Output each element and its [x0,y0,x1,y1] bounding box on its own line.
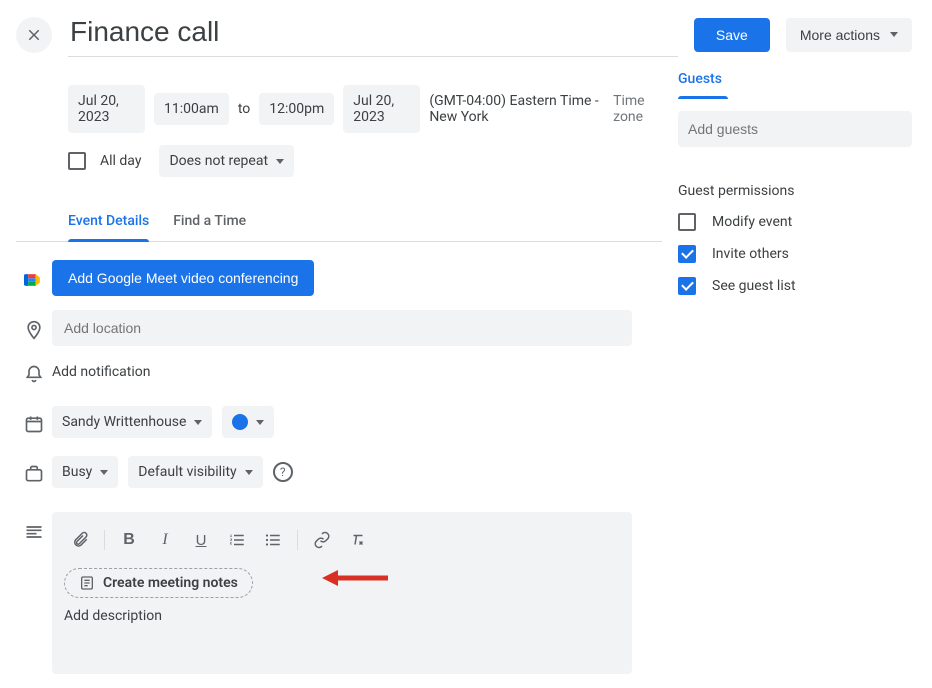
link-button[interactable] [306,524,338,556]
color-dot-icon [232,414,248,430]
close-icon [25,26,43,44]
event-title-input[interactable] [68,12,678,57]
availability-dropdown[interactable]: Busy [52,456,118,488]
location-input[interactable] [52,310,632,346]
tab-find-a-time[interactable]: Find a Time [173,213,246,241]
modify-event-checkbox[interactable] [678,213,696,231]
visibility-label: Default visibility [138,464,236,480]
more-actions-button[interactable]: More actions [786,18,912,52]
invite-others-label: Invite others [712,246,789,262]
to-label: to [238,101,250,117]
close-button[interactable] [16,17,52,53]
see-guest-list-checkbox[interactable] [678,277,696,295]
allday-label: All day [100,153,141,169]
guest-permissions-heading: Guest permissions [678,183,912,199]
add-google-meet-button[interactable]: Add Google Meet video conferencing [52,260,314,296]
help-icon[interactable]: ? [273,462,293,482]
chevron-down-icon [890,32,898,37]
clear-formatting-button[interactable] [342,524,374,556]
create-meeting-notes-chip[interactable]: Create meeting notes [64,568,253,598]
notes-chip-label: Create meeting notes [103,575,238,591]
link-icon [313,531,331,549]
description-input[interactable]: Add description [64,608,620,624]
chevron-down-icon [245,470,253,475]
tab-event-details[interactable]: Event Details [68,213,149,241]
see-guest-list-label: See guest list [712,278,796,294]
owner-name-label: Sandy Writtenhouse [62,414,186,430]
modify-event-label: Modify event [712,214,792,230]
underline-button[interactable]: U [185,524,217,556]
add-guests-input[interactable] [678,111,912,147]
paperclip-icon [71,531,89,549]
start-time-chip[interactable]: 11:00am [154,93,229,125]
recurrence-label: Does not repeat [169,153,268,169]
bullet-list-icon [264,531,282,549]
numbered-list-button[interactable] [221,524,253,556]
briefcase-icon [24,464,44,484]
chevron-down-icon [256,420,264,425]
timezone-link[interactable]: Time zone [613,93,662,125]
add-notification-link[interactable]: Add notification [52,360,632,384]
notification-icon [24,364,44,384]
bullet-list-button[interactable] [257,524,289,556]
end-time-chip[interactable]: 12:00pm [259,93,334,125]
chevron-down-icon [100,470,108,475]
bold-button[interactable]: B [113,524,145,556]
divider [297,530,298,550]
save-button[interactable]: Save [694,18,770,52]
more-actions-label: More actions [800,27,880,43]
description-icon [24,522,44,542]
annotation-arrow [320,566,390,590]
chevron-down-icon [276,159,284,164]
location-icon [24,320,44,340]
attach-button[interactable] [64,524,96,556]
italic-button[interactable]: I [149,524,181,556]
calendar-icon [24,414,44,434]
divider [104,530,105,550]
calendar-owner-dropdown[interactable]: Sandy Writtenhouse [52,406,212,438]
visibility-dropdown[interactable]: Default visibility [128,456,262,488]
busy-label: Busy [62,464,92,480]
recurrence-dropdown[interactable]: Does not repeat [159,145,294,177]
allday-checkbox[interactable] [68,152,86,170]
numbered-list-icon [228,531,246,549]
tab-guests[interactable]: Guests [678,71,722,99]
start-date-chip[interactable]: Jul 20, 2023 [68,85,145,133]
clear-format-icon [349,531,367,549]
event-color-dropdown[interactable] [222,406,274,438]
invite-others-checkbox[interactable] [678,245,696,263]
chevron-down-icon [194,420,202,425]
end-date-chip[interactable]: Jul 20, 2023 [343,85,420,133]
notes-icon [79,575,95,591]
timezone-label: (GMT-04:00) Eastern Time - New York [429,93,604,125]
google-meet-icon [24,270,44,290]
editor-toolbar: B I U [64,520,620,564]
